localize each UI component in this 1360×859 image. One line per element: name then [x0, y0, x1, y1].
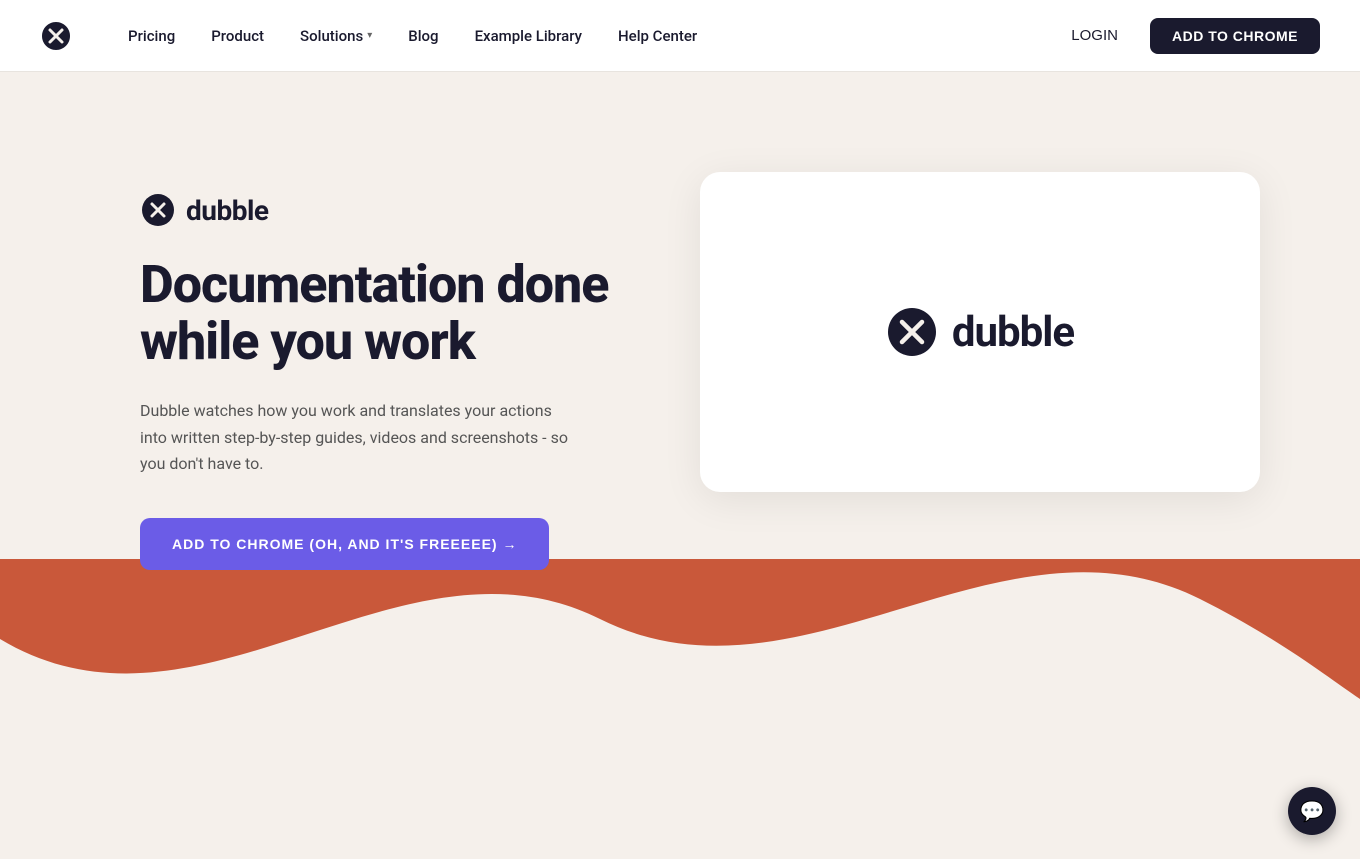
hero-brand-name: dubble [186, 194, 268, 227]
add-to-chrome-button[interactable]: ADD TO CHROME [1150, 18, 1320, 54]
chat-bubble-button[interactable]: 💬 [1288, 787, 1336, 835]
hero-brand: dubble [140, 192, 620, 228]
hero-left: dubble Documentation done while you work… [140, 152, 620, 570]
nav-link-example-library[interactable]: Example Library [459, 19, 598, 53]
navbar: Pricing Product Solutions ▾ Blog Example… [0, 0, 1360, 72]
preview-card-name: dubble [952, 308, 1074, 357]
hero-section: dubble Documentation done while you work… [0, 72, 1360, 792]
nav-link-pricing[interactable]: Pricing [112, 19, 191, 53]
nav-link-solutions[interactable]: Solutions ▾ [284, 19, 388, 53]
hero-brand-icon [140, 192, 176, 228]
login-button[interactable]: LOGIN [1051, 19, 1138, 52]
chat-icon: 💬 [1300, 799, 1325, 823]
preview-card-logo: dubble [886, 306, 1074, 358]
nav-link-blog[interactable]: Blog [392, 19, 454, 53]
nav-logo-icon [40, 20, 72, 52]
hero-cta-button[interactable]: ADD TO CHROME (OH, AND IT'S FREEEEE) → [140, 518, 549, 570]
hero-title: Documentation done while you work [140, 256, 620, 370]
chevron-down-icon: ▾ [367, 30, 372, 41]
nav-logo[interactable] [40, 20, 72, 52]
preview-card: dubble [700, 172, 1260, 492]
nav-link-help-center[interactable]: Help Center [602, 19, 713, 53]
hero-right: dubble [700, 152, 1260, 492]
main-content: dubble Documentation done while you work… [0, 0, 1360, 859]
nav-links: Pricing Product Solutions ▾ Blog Example… [112, 19, 1051, 53]
hero-description: Dubble watches how you work and translat… [140, 398, 570, 477]
nav-actions: LOGIN ADD TO CHROME [1051, 18, 1320, 54]
preview-card-icon [886, 306, 938, 358]
nav-link-product[interactable]: Product [195, 19, 280, 53]
